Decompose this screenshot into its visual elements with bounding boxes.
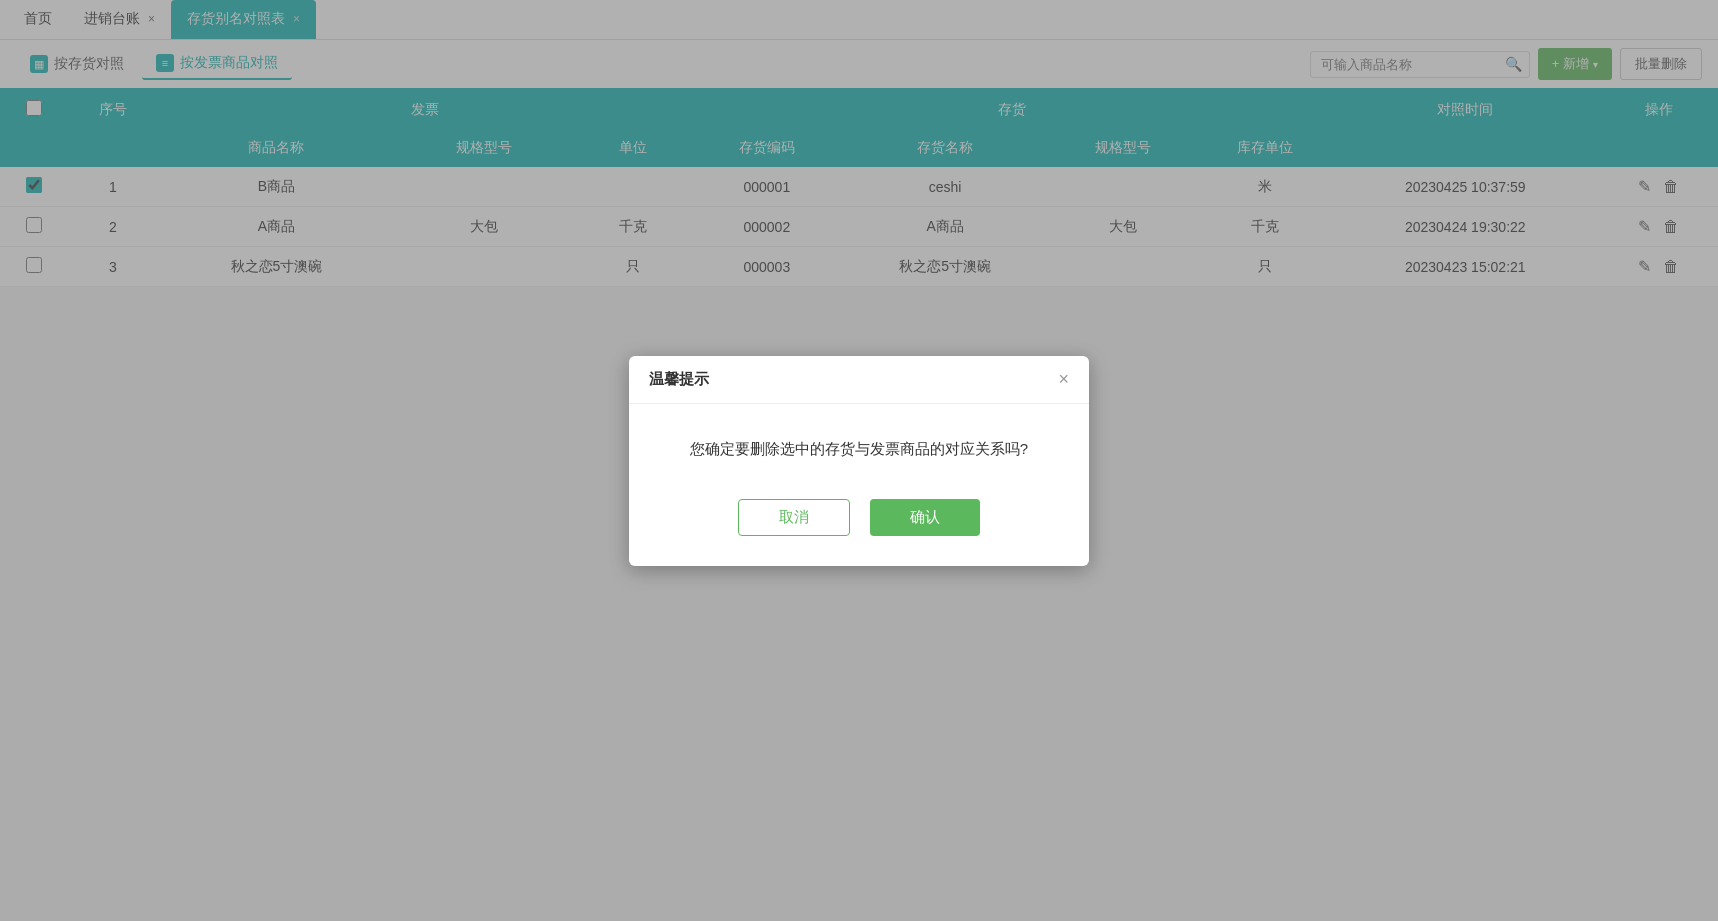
dialog-title: 温馨提示 [649,370,709,389]
confirm-dialog: 温馨提示 × 您确定要删除选中的存货与发票商品的对应关系吗? 取消 确认 [629,356,1089,566]
cancel-button[interactable]: 取消 [738,499,850,536]
dialog-footer: 取消 确认 [629,489,1089,566]
confirm-button[interactable]: 确认 [870,499,980,536]
dialog-message: 您确定要删除选中的存货与发票商品的对应关系吗? [690,440,1028,457]
dialog-close-button[interactable]: × [1058,370,1069,388]
dialog-overlay: 温馨提示 × 您确定要删除选中的存货与发票商品的对应关系吗? 取消 确认 [0,0,1718,921]
dialog-body: 您确定要删除选中的存货与发票商品的对应关系吗? [629,404,1089,489]
dialog-header: 温馨提示 × [629,356,1089,404]
